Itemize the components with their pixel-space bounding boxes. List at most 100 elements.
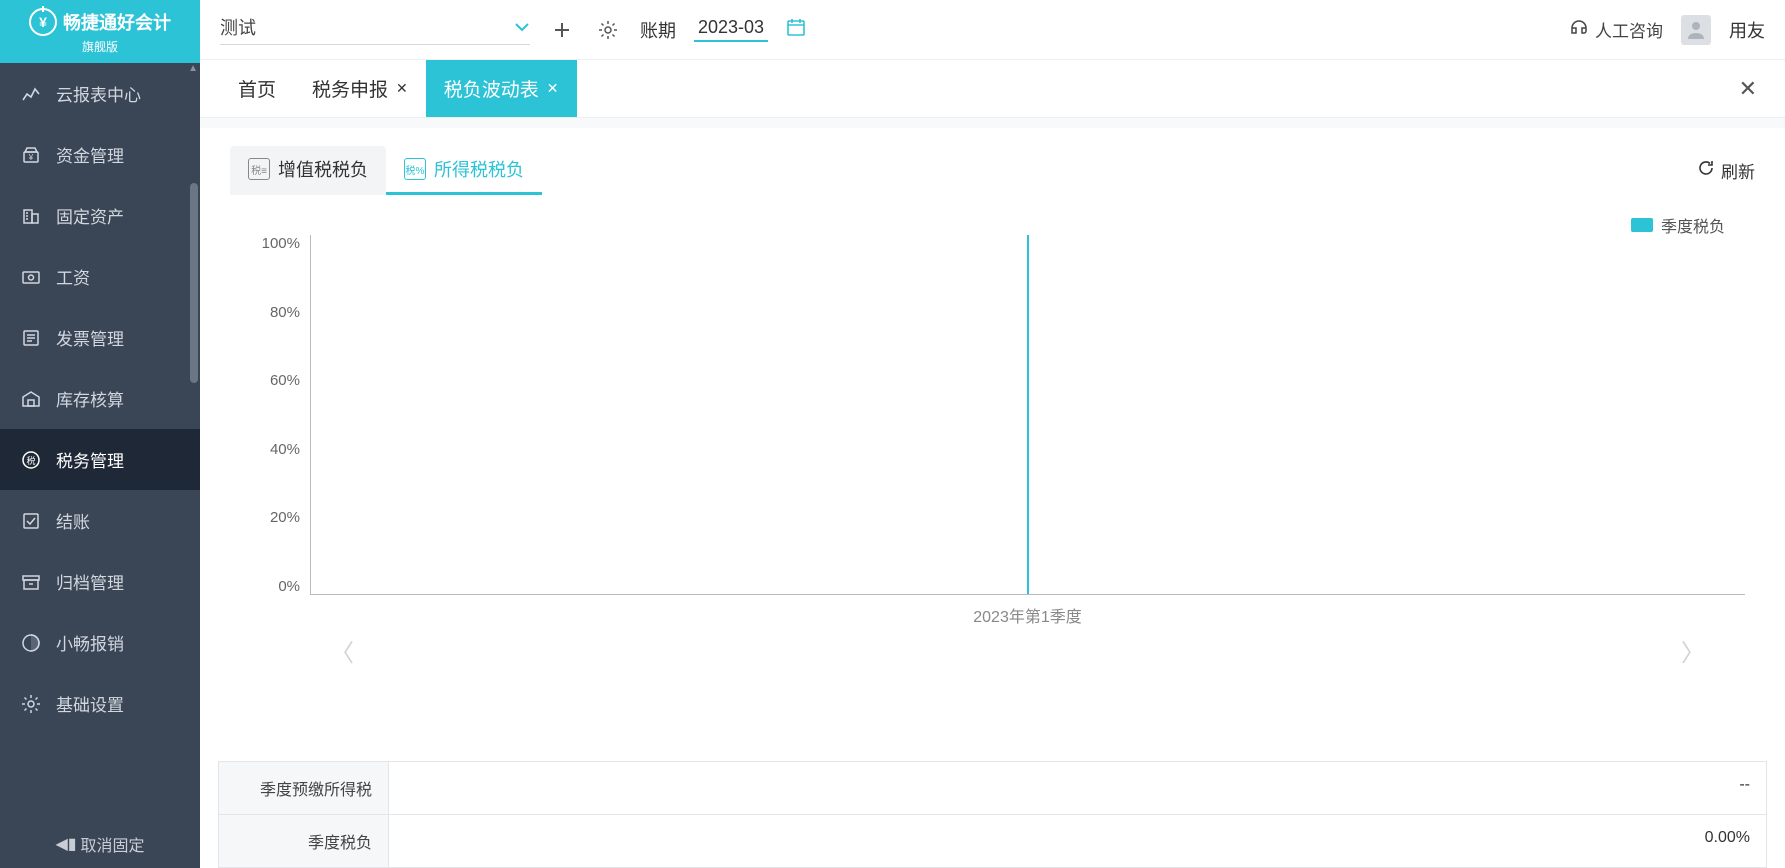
row-value: -- <box>389 762 1766 814</box>
sidebar-footer-label: 取消固定 <box>81 832 145 856</box>
tab-label: 税务申报 <box>312 75 388 102</box>
brand-edition: 旗舰版 <box>82 38 118 55</box>
y-tick: 0% <box>278 578 300 595</box>
subtab-bar: 税≡ 增值税税负 税% 所得税税负 刷新 <box>200 128 1785 195</box>
nav-label: 结账 <box>56 508 90 533</box>
nav-invoice[interactable]: 发票管理 <box>0 307 200 368</box>
refresh-button[interactable]: 刷新 <box>1697 158 1755 183</box>
y-tick: 40% <box>270 441 300 458</box>
subtab-label: 所得税税负 <box>434 156 524 182</box>
gear-icon <box>20 693 42 715</box>
nav-label: 小畅报销 <box>56 630 124 655</box>
nav-expense[interactable]: 小畅报销 <box>0 612 200 673</box>
add-button[interactable] <box>548 16 576 44</box>
y-tick: 100% <box>262 235 300 252</box>
close-book-icon <box>20 510 42 532</box>
unpin-icon: ◀▮ <box>55 834 76 854</box>
headset-icon <box>1569 17 1589 42</box>
calendar-icon[interactable] <box>786 17 806 42</box>
nav-settings[interactable]: 基础设置 <box>0 673 200 734</box>
nav-list: 云报表中心 ¥ 资金管理 固定资产 工资 <box>0 63 200 820</box>
nav-salary[interactable]: 工资 <box>0 246 200 307</box>
header: 测试 账期 2023-03 人工咨询 <box>200 0 1785 60</box>
nav-archive[interactable]: 归档管理 <box>0 551 200 612</box>
nav-label: 基础设置 <box>56 691 124 716</box>
chart-icon <box>20 83 42 105</box>
settings-button[interactable] <box>594 16 622 44</box>
row-label: 季度税负 <box>219 815 389 867</box>
y-tick: 80% <box>270 304 300 321</box>
consult-label: 人工咨询 <box>1595 17 1663 42</box>
nav-label: 资金管理 <box>56 142 124 167</box>
scroll-up-icon: ▲ <box>188 63 198 74</box>
main: 测试 账期 2023-03 人工咨询 <box>200 0 1785 868</box>
chart-plot <box>310 235 1745 595</box>
warehouse-icon <box>20 388 42 410</box>
content: 税≡ 增值税税负 税% 所得税税负 刷新 <box>200 118 1785 868</box>
nav-label: 库存核算 <box>56 386 124 411</box>
chart-bar <box>1027 235 1029 594</box>
svg-text:¥: ¥ <box>28 153 34 162</box>
row-value: 0.00% <box>389 815 1766 867</box>
tab-tax-filing[interactable]: 税务申报 ✕ <box>294 60 426 117</box>
nav-fixed-assets[interactable]: 固定资产 <box>0 185 200 246</box>
chart-next[interactable]: 〉 <box>1681 633 1705 668</box>
sidebar-scrollbar[interactable]: ▲ <box>188 63 198 820</box>
nav-tax[interactable]: 税 税务管理 <box>0 429 200 490</box>
avatar[interactable] <box>1681 15 1711 45</box>
tab-label: 税负波动表 <box>444 75 539 102</box>
subtab-vat[interactable]: 税≡ 增值税税负 <box>230 146 386 195</box>
tab-home[interactable]: 首页 <box>220 60 294 117</box>
building-icon <box>20 205 42 227</box>
nav-label: 归档管理 <box>56 569 124 594</box>
close-icon[interactable]: ✕ <box>396 80 408 97</box>
subtab-income-tax[interactable]: 税% 所得税税负 <box>386 146 542 195</box>
nav-label: 发票管理 <box>56 325 124 350</box>
expense-icon <box>20 632 42 654</box>
chart-body: 100% 80% 60% 40% 20% 0% <box>240 235 1745 595</box>
x-axis: 2023年第1季度 <box>310 595 1745 627</box>
brand-name: 畅捷通好会计 <box>63 9 171 35</box>
chart-nav: 〈 〉 <box>330 633 1705 668</box>
nav-label: 工资 <box>56 264 90 289</box>
table-row: 季度预缴所得税 -- <box>219 762 1766 815</box>
nav-closing[interactable]: 结账 <box>0 490 200 551</box>
nav-label: 固定资产 <box>56 203 124 228</box>
income-tax-icon: 税% <box>404 158 426 180</box>
logo-area: ¥ 畅捷通好会计 旗舰版 <box>0 0 200 63</box>
consult-button[interactable]: 人工咨询 <box>1569 17 1663 42</box>
company-selector[interactable]: 测试 <box>220 14 530 45</box>
close-icon[interactable]: ✕ <box>547 80 559 97</box>
tax-icon: 税 <box>20 449 42 471</box>
subtab-label: 增值税税负 <box>278 156 368 182</box>
nav-fund[interactable]: ¥ 资金管理 <box>0 124 200 185</box>
nav-label: 云报表中心 <box>56 81 141 106</box>
username[interactable]: 用友 <box>1729 17 1765 43</box>
table-row: 季度税负 0.00% <box>219 815 1766 867</box>
tab-bar: 首页 税务申报 ✕ 税负波动表 ✕ ✕ <box>200 60 1785 118</box>
nav-inventory[interactable]: 库存核算 <box>0 368 200 429</box>
panel: 税≡ 增值税税负 税% 所得税税负 刷新 <box>200 128 1785 868</box>
period-value[interactable]: 2023-03 <box>694 17 768 42</box>
y-tick: 20% <box>270 509 300 526</box>
chevron-down-icon <box>514 19 530 35</box>
invoice-icon <box>20 327 42 349</box>
chart-legend: 季度税负 <box>1631 213 1725 237</box>
nav-label: 税务管理 <box>56 447 124 472</box>
close-all-tabs[interactable]: ✕ <box>1731 76 1765 102</box>
salary-icon <box>20 266 42 288</box>
sidebar: ¥ 畅捷通好会计 旗舰版 云报表中心 ¥ 资金管理 <box>0 0 200 868</box>
y-tick: 60% <box>270 372 300 389</box>
chart-prev[interactable]: 〈 <box>330 633 354 668</box>
nav-report-center[interactable]: 云报表中心 <box>0 63 200 124</box>
tab-label: 首页 <box>238 75 276 102</box>
tab-tax-burden[interactable]: 税负波动表 ✕ <box>426 60 577 117</box>
sidebar-unpin[interactable]: ◀▮ 取消固定 <box>0 820 200 868</box>
vat-icon: 税≡ <box>248 158 270 180</box>
legend-swatch <box>1631 218 1653 232</box>
scroll-thumb[interactable] <box>190 183 198 383</box>
period-label: 账期 <box>640 17 676 43</box>
cloud-logo-icon: ¥ <box>29 8 57 36</box>
svg-text:税: 税 <box>26 455 35 466</box>
row-label: 季度预缴所得税 <box>219 762 389 814</box>
